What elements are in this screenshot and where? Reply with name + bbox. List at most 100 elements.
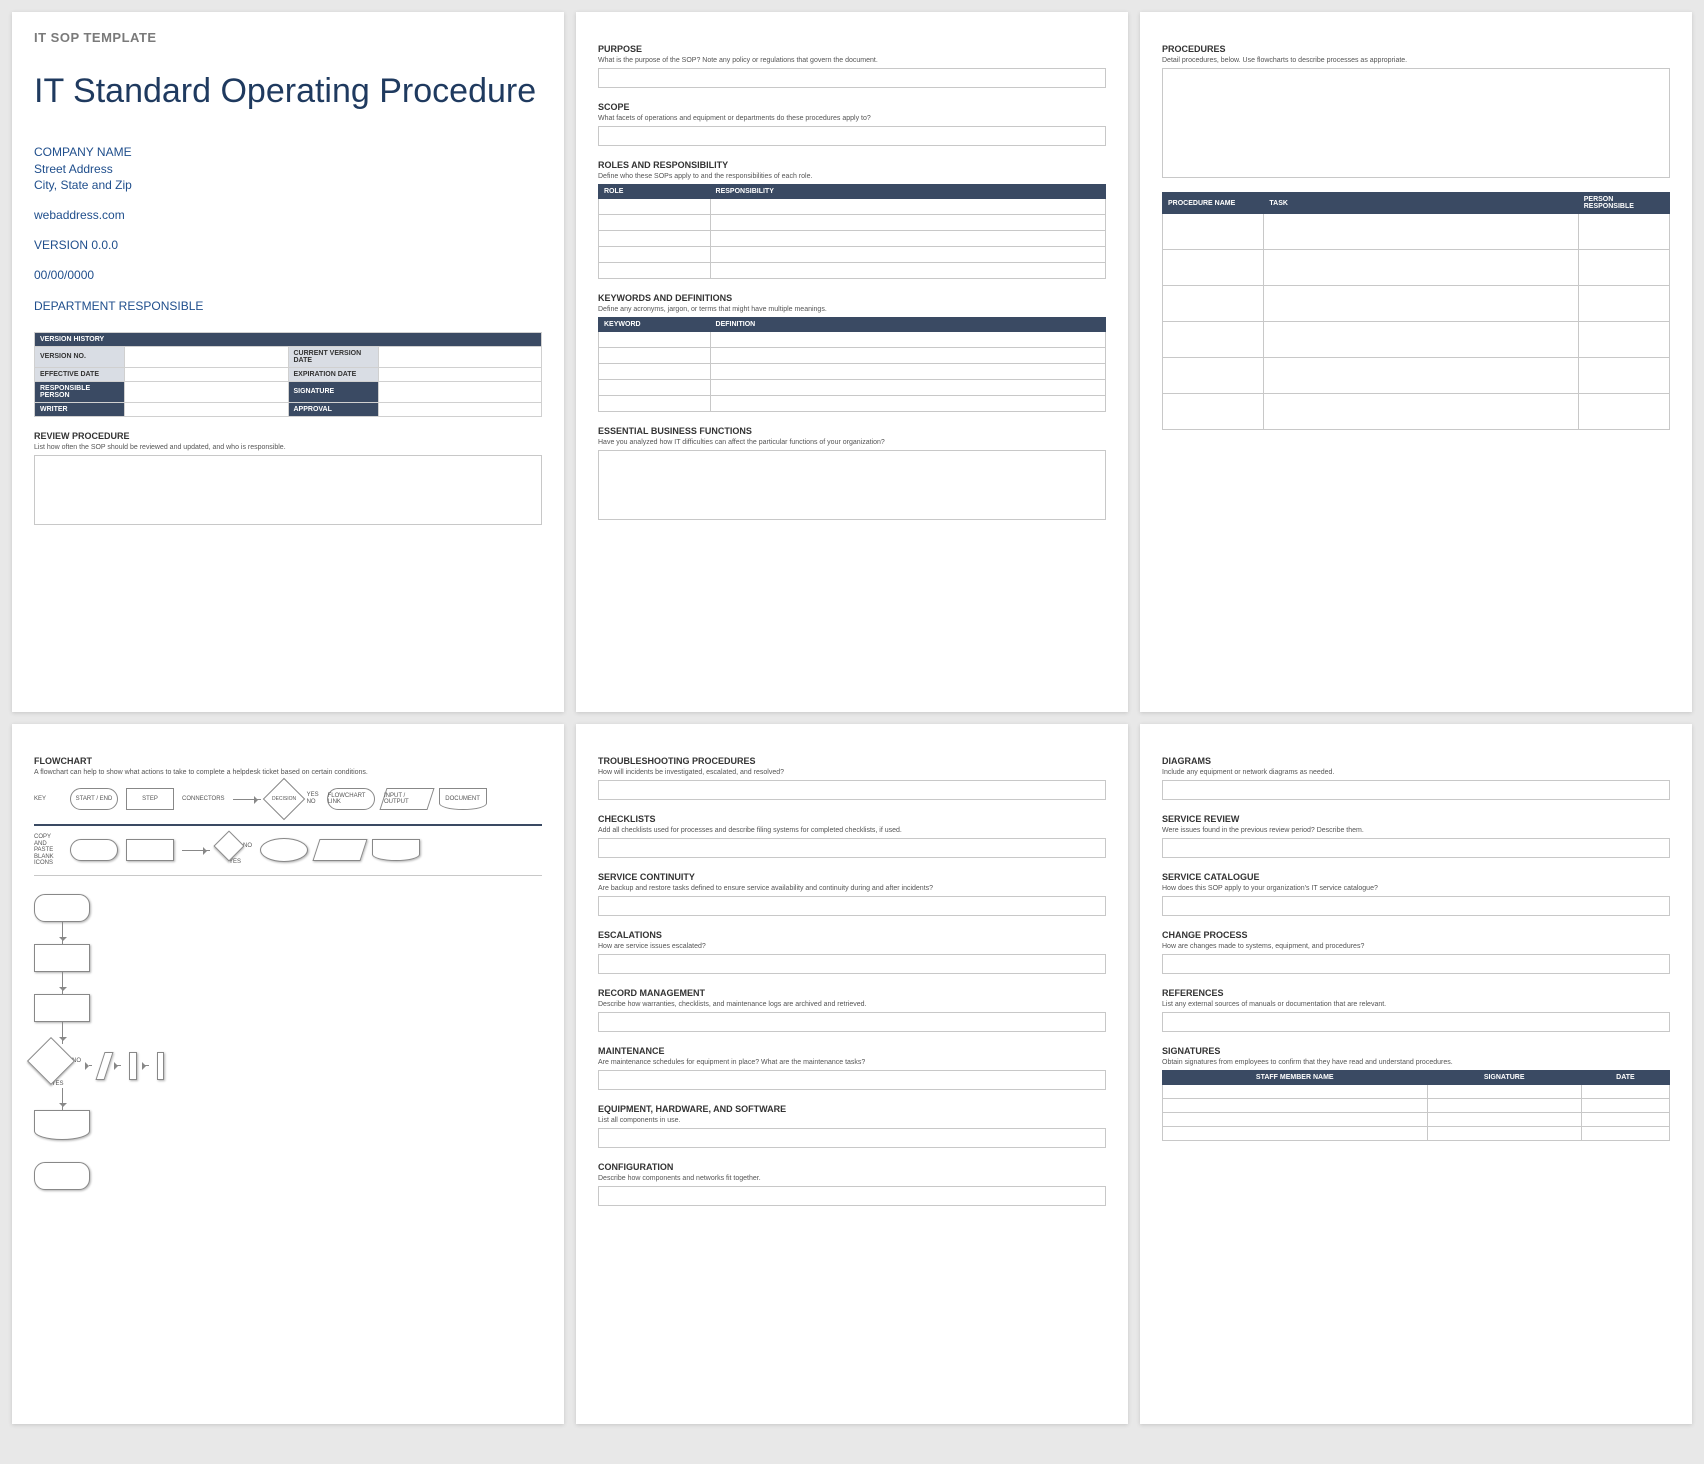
flow-step[interactable] xyxy=(34,944,90,972)
document-icon: DOCUMENT xyxy=(439,788,487,810)
review-box[interactable] xyxy=(34,455,542,525)
section-desc: Describe how components and networks fit… xyxy=(598,1175,1106,1182)
cell[interactable] xyxy=(378,346,542,367)
flow-io[interactable] xyxy=(96,1052,114,1080)
section-box[interactable] xyxy=(598,450,1106,520)
cell[interactable] xyxy=(1163,322,1264,358)
section-box[interactable] xyxy=(598,1070,1106,1090)
ellipse-blank-icon[interactable] xyxy=(260,838,308,862)
cell[interactable] xyxy=(1163,394,1264,430)
flow-step[interactable] xyxy=(34,994,90,1022)
flowchart-link-icon: FLOWCHART LINK xyxy=(327,788,375,810)
cell[interactable] xyxy=(710,364,1105,380)
section-box[interactable] xyxy=(1162,780,1670,800)
cell[interactable] xyxy=(1264,286,1578,322)
cell[interactable] xyxy=(599,332,711,348)
decision-icon: DECISION xyxy=(262,778,304,820)
cell[interactable] xyxy=(710,199,1105,215)
section-box[interactable] xyxy=(598,68,1106,88)
io-blank-icon[interactable] xyxy=(312,839,367,861)
cell[interactable] xyxy=(1163,1085,1428,1099)
cell[interactable] xyxy=(1163,214,1264,250)
cell[interactable] xyxy=(1264,394,1578,430)
terminator-blank-icon[interactable] xyxy=(70,839,118,861)
document-blank-icon[interactable] xyxy=(372,839,420,861)
cell[interactable] xyxy=(599,263,711,279)
cell[interactable] xyxy=(1581,1113,1669,1127)
cell[interactable] xyxy=(1163,1113,1428,1127)
cell[interactable] xyxy=(1581,1127,1669,1141)
cell[interactable] xyxy=(1264,250,1578,286)
section-box[interactable] xyxy=(598,954,1106,974)
cell[interactable] xyxy=(1578,394,1669,430)
cell[interactable] xyxy=(599,380,711,396)
cell[interactable] xyxy=(1578,250,1669,286)
arrow-blank-icon[interactable] xyxy=(182,850,210,851)
section-box[interactable] xyxy=(598,126,1106,146)
flow-decision[interactable] xyxy=(27,1037,75,1085)
cell[interactable] xyxy=(1264,214,1578,250)
cell[interactable] xyxy=(1578,214,1669,250)
cell[interactable] xyxy=(599,199,711,215)
cell[interactable] xyxy=(125,367,289,381)
cell[interactable] xyxy=(1578,358,1669,394)
cell[interactable] xyxy=(378,381,542,402)
flow-step[interactable] xyxy=(157,1052,164,1080)
cell[interactable] xyxy=(710,396,1105,412)
cell[interactable] xyxy=(378,402,542,416)
section-box[interactable] xyxy=(598,1186,1106,1206)
cell[interactable] xyxy=(599,396,711,412)
cell[interactable] xyxy=(710,231,1105,247)
cell[interactable] xyxy=(599,348,711,364)
step-blank-icon[interactable] xyxy=(126,839,174,861)
cell[interactable] xyxy=(1427,1127,1581,1141)
section-desc: Were issues found in the previous review… xyxy=(1162,827,1670,834)
cell[interactable] xyxy=(1163,286,1264,322)
cell[interactable] xyxy=(599,247,711,263)
cell[interactable] xyxy=(1427,1085,1581,1099)
procedures-box[interactable] xyxy=(1162,68,1670,178)
template-grid: IT SOP TEMPLATE IT Standard Operating Pr… xyxy=(12,12,1692,1424)
cell[interactable] xyxy=(1578,322,1669,358)
flow-document[interactable] xyxy=(34,1110,90,1140)
cell[interactable] xyxy=(1427,1099,1581,1113)
cell[interactable] xyxy=(378,367,542,381)
cell[interactable] xyxy=(1578,286,1669,322)
cell[interactable] xyxy=(125,381,289,402)
cell[interactable] xyxy=(125,346,289,367)
cell[interactable] xyxy=(125,402,289,416)
section-box[interactable] xyxy=(1162,896,1670,916)
cell[interactable] xyxy=(1264,358,1578,394)
cell[interactable] xyxy=(710,380,1105,396)
cell[interactable] xyxy=(710,332,1105,348)
section-box[interactable] xyxy=(598,1128,1106,1148)
flow-terminator[interactable] xyxy=(34,1162,90,1190)
section-box[interactable] xyxy=(598,780,1106,800)
cell[interactable] xyxy=(1163,358,1264,394)
section-box[interactable] xyxy=(1162,954,1670,974)
cell[interactable] xyxy=(710,263,1105,279)
decision-blank-icon[interactable] xyxy=(213,831,244,862)
section-box[interactable] xyxy=(1162,1012,1670,1032)
cell[interactable] xyxy=(710,348,1105,364)
cell[interactable] xyxy=(599,215,711,231)
cell[interactable] xyxy=(1581,1085,1669,1099)
section-box[interactable] xyxy=(598,838,1106,858)
cell[interactable] xyxy=(1264,322,1578,358)
cell[interactable] xyxy=(1581,1099,1669,1113)
page-5: TROUBLESHOOTING PROCEDURESHow will incid… xyxy=(576,724,1128,1424)
flow-step[interactable] xyxy=(129,1052,138,1080)
cell[interactable] xyxy=(710,247,1105,263)
section-box[interactable] xyxy=(598,896,1106,916)
flow-terminator[interactable] xyxy=(34,894,90,922)
cell[interactable] xyxy=(1427,1113,1581,1127)
section-box[interactable] xyxy=(598,1012,1106,1032)
cell[interactable] xyxy=(599,231,711,247)
section-desc: Include any equipment or network diagram… xyxy=(1162,769,1670,776)
section-box[interactable] xyxy=(1162,838,1670,858)
cell[interactable] xyxy=(1163,1127,1428,1141)
cell[interactable] xyxy=(1163,1099,1428,1113)
cell[interactable] xyxy=(710,215,1105,231)
cell[interactable] xyxy=(599,364,711,380)
cell[interactable] xyxy=(1163,250,1264,286)
